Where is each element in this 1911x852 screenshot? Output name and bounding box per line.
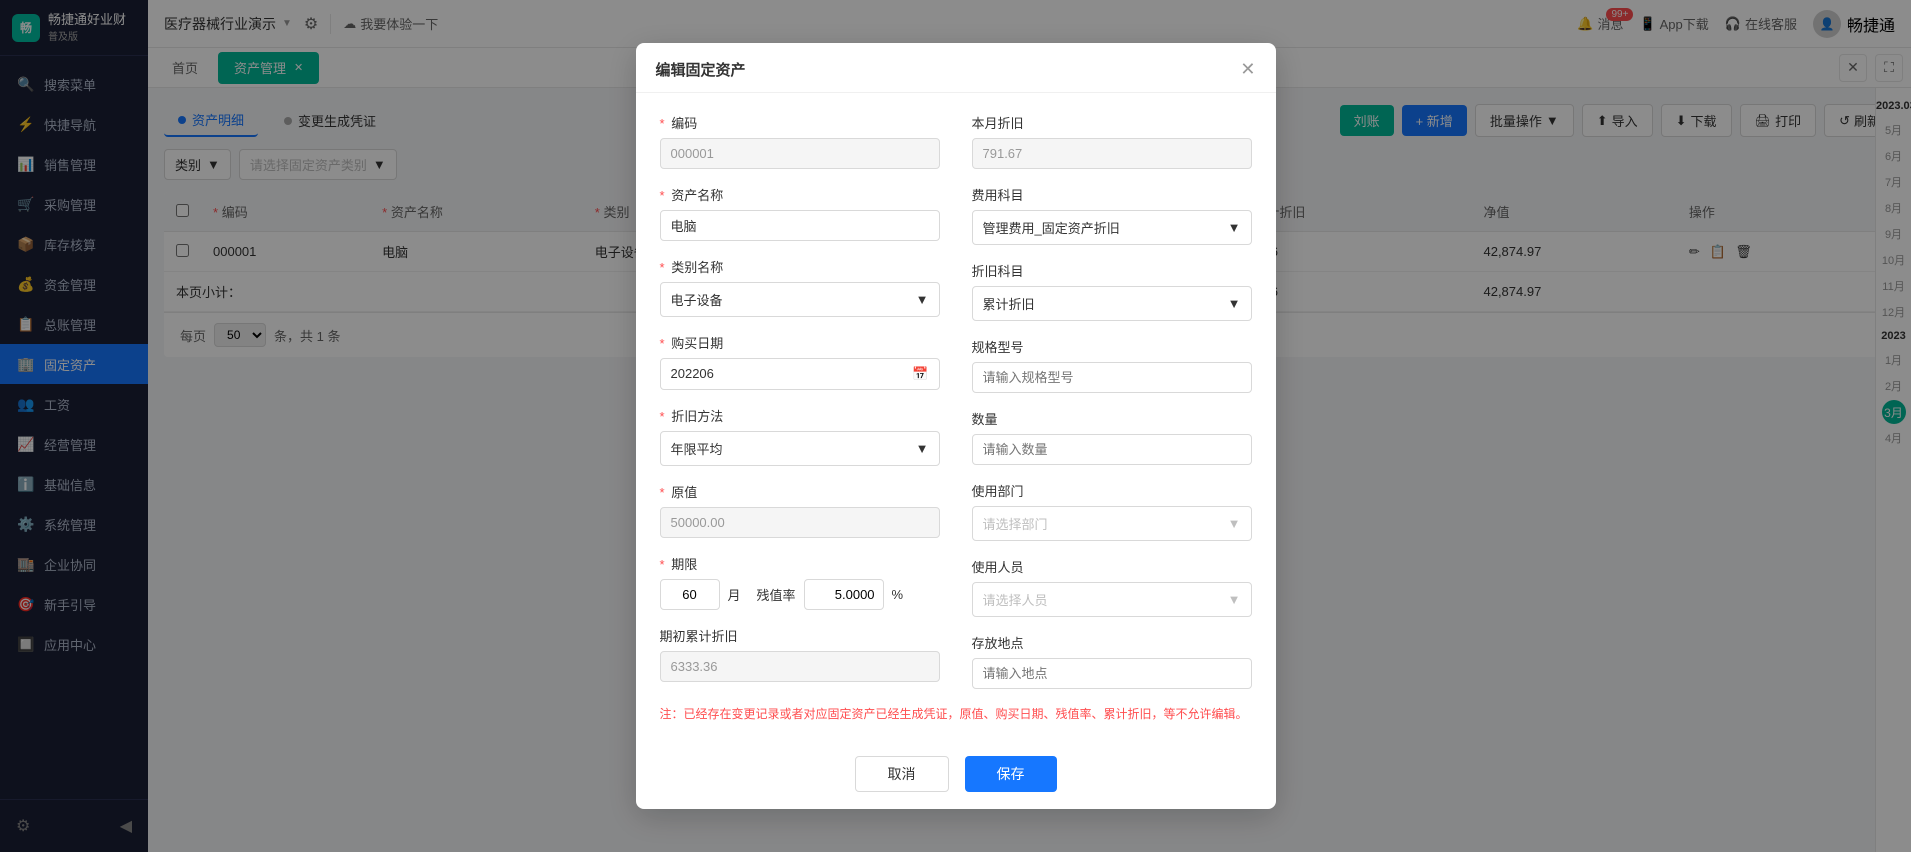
expense-subject-select[interactable]: 管理费用_固定资产折旧 ▼: [972, 210, 1252, 245]
form-right: 本月折旧 费用科目 管理费用_固定资产折旧 ▼: [972, 113, 1252, 689]
code-label: * 编码: [660, 113, 940, 132]
form-code: * 编码: [660, 113, 940, 169]
period-unit: 月: [728, 585, 741, 604]
form-category: * 类别名称 电子设备 ▼: [660, 257, 940, 317]
period-label: * 期限: [660, 554, 940, 573]
rate-unit: %: [892, 587, 904, 602]
form-department: 使用部门 请选择部门 ▼: [972, 481, 1252, 541]
period-row: 月 残值率 %: [660, 579, 940, 610]
dep-method-label: * 折旧方法: [660, 406, 940, 425]
original-value-label: * 原值: [660, 482, 940, 501]
modal-note: 注：已经存在变更记录或者对应固定资产已经生成凭证，原值、购买日期、残值率、累计折…: [660, 705, 1252, 724]
cancel-button[interactable]: 取消: [855, 756, 949, 792]
department-chevron-icon: ▼: [1228, 516, 1241, 531]
form-initial-accumulated: 期初累计折旧: [660, 626, 940, 682]
residual-rate-label: 残值率: [757, 585, 796, 604]
form-left: * 编码 * 资产名称 *: [660, 113, 940, 689]
department-select[interactable]: 请选择部门 ▼: [972, 506, 1252, 541]
form-person: 使用人员 请选择人员 ▼: [972, 557, 1252, 617]
form-period: * 期限 月 残值率 %: [660, 554, 940, 610]
form-purchase-date: * 购买日期 202206 📅: [660, 333, 940, 390]
code-input[interactable]: [660, 138, 940, 169]
spec-model-label: 规格型号: [972, 337, 1252, 356]
person-select[interactable]: 请选择人员 ▼: [972, 582, 1252, 617]
modal-body: * 编码 * 资产名称 *: [636, 93, 1276, 744]
quantity-label: 数量: [972, 409, 1252, 428]
dep-subject-chevron-icon: ▼: [1228, 296, 1241, 311]
residual-rate-input[interactable]: [804, 579, 884, 610]
category-label: * 类别名称: [660, 257, 940, 276]
asset-name-input[interactable]: [660, 210, 940, 241]
original-value-input[interactable]: [660, 507, 940, 538]
form-dep-subject: 折旧科目 累计折旧 ▼: [972, 261, 1252, 321]
dep-method-select[interactable]: 年限平均 ▼: [660, 431, 940, 466]
form-dep-method: * 折旧方法 年限平均 ▼: [660, 406, 940, 466]
expense-subject-value: 管理费用_固定资产折旧: [983, 218, 1120, 237]
dep-subject-label: 折旧科目: [972, 261, 1252, 280]
purchase-date-label: * 购买日期: [660, 333, 940, 352]
location-input[interactable]: [972, 658, 1252, 689]
monthly-dep-input: [972, 138, 1252, 169]
form-asset-name: * 资产名称: [660, 185, 940, 241]
category-value: 电子设备: [671, 290, 723, 309]
form-original-value: * 原值: [660, 482, 940, 538]
expense-subject-label: 费用科目: [972, 185, 1252, 204]
initial-accumulated-label: 期初累计折旧: [660, 626, 940, 645]
modal-overlay: 编辑固定资产 ✕ * 编码 * 资产: [0, 0, 1911, 852]
category-select[interactable]: 电子设备 ▼: [660, 282, 940, 317]
dep-subject-select[interactable]: 累计折旧 ▼: [972, 286, 1252, 321]
dep-method-chevron-icon: ▼: [916, 441, 929, 456]
dep-method-value: 年限平均: [671, 439, 723, 458]
edit-asset-modal: 编辑固定资产 ✕ * 编码 * 资产: [636, 43, 1276, 810]
dep-subject-value: 累计折旧: [983, 294, 1035, 313]
form-quantity: 数量: [972, 409, 1252, 465]
person-placeholder: 请选择人员: [983, 590, 1048, 609]
person-label: 使用人员: [972, 557, 1252, 576]
save-button[interactable]: 保存: [965, 756, 1057, 792]
purchase-date-input[interactable]: 202206 📅: [660, 358, 940, 390]
location-label: 存放地点: [972, 633, 1252, 652]
modal-close-btn[interactable]: ✕: [1240, 60, 1255, 78]
department-label: 使用部门: [972, 481, 1252, 500]
person-chevron-icon: ▼: [1228, 592, 1241, 607]
period-input[interactable]: [660, 579, 720, 610]
spec-model-input[interactable]: [972, 362, 1252, 393]
modal-grid: * 编码 * 资产名称 *: [660, 113, 1252, 689]
modal-footer: 取消 保存: [636, 744, 1276, 810]
category-chevron-icon: ▼: [916, 292, 929, 307]
calendar-icon: 📅: [912, 366, 928, 382]
expense-subject-chevron-icon: ▼: [1228, 220, 1241, 235]
monthly-dep-label: 本月折旧: [972, 113, 1252, 132]
form-spec-model: 规格型号: [972, 337, 1252, 393]
quantity-input[interactable]: [972, 434, 1252, 465]
purchase-date-value: 202206: [671, 366, 714, 381]
modal-header: 编辑固定资产 ✕: [636, 43, 1276, 93]
form-expense-subject: 费用科目 管理费用_固定资产折旧 ▼: [972, 185, 1252, 245]
asset-name-label: * 资产名称: [660, 185, 940, 204]
initial-accumulated-input[interactable]: [660, 651, 940, 682]
form-location: 存放地点: [972, 633, 1252, 689]
department-placeholder: 请选择部门: [983, 514, 1048, 533]
modal-title: 编辑固定资产: [656, 59, 746, 80]
form-monthly-dep: 本月折旧: [972, 113, 1252, 169]
